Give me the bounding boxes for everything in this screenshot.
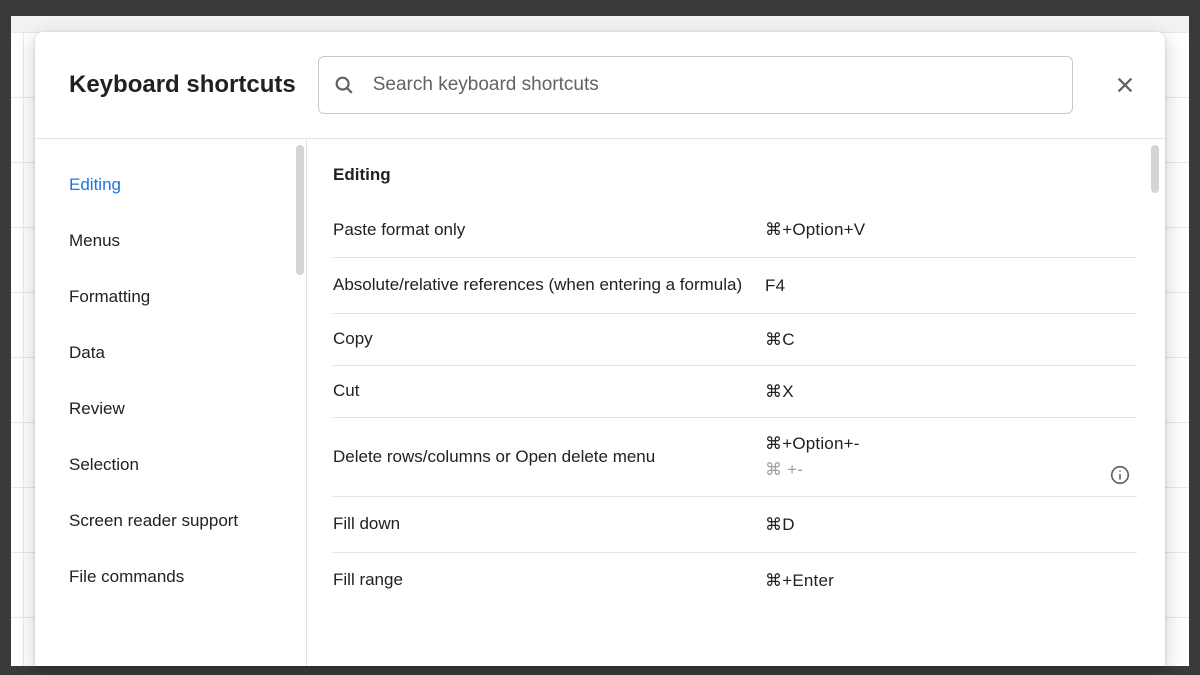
shortcut-row: Delete rows/columns or Open delete menu … [333, 418, 1137, 497]
sidebar-item-review[interactable]: Review [35, 381, 306, 437]
sidebar-item-file-commands[interactable]: File commands [35, 549, 306, 605]
sidebar-item-screen-reader-support[interactable]: Screen reader support [35, 493, 306, 549]
shortcut-keys: ⌘+Option+V [765, 220, 1137, 240]
sidebar-item-formatting[interactable]: Formatting [35, 269, 306, 325]
sidebar-item-menus[interactable]: Menus [35, 213, 306, 269]
shortcut-keys-alt: ⌘ +- [765, 460, 860, 480]
shortcuts-content: Editing Paste format only ⌘+Option+V Abs… [307, 139, 1165, 666]
search-input[interactable] [373, 74, 1058, 96]
sidebar-item-label: Review [69, 399, 125, 418]
sidebar-scrollbar[interactable] [296, 145, 304, 275]
shortcut-keys: ⌘D [765, 515, 1137, 535]
shortcut-keys: ⌘C [765, 330, 1137, 350]
sidebar-item-label: Data [69, 343, 105, 362]
sidebar-item-label: Selection [69, 455, 139, 474]
content-scrollbar[interactable] [1151, 145, 1159, 193]
shortcut-row: Fill range ⌘+Enter [333, 553, 1137, 608]
section-title: Editing [333, 165, 1137, 185]
dialog-header: Keyboard shortcuts [35, 32, 1165, 139]
sidebar-item-label: Editing [69, 175, 121, 194]
shortcut-row: Paste format only ⌘+Option+V [333, 203, 1137, 259]
shortcut-row: Absolute/relative references (when enter… [333, 258, 1137, 314]
sidebar-item-editing[interactable]: Editing [35, 157, 306, 213]
sidebar-item-data[interactable]: Data [35, 325, 306, 381]
shortcut-action: Cut [333, 380, 765, 403]
close-icon [1114, 74, 1136, 96]
sidebar-item-selection[interactable]: Selection [35, 437, 306, 493]
sidebar-item-label: Menus [69, 231, 120, 250]
shortcut-action: Copy [333, 328, 765, 351]
keyboard-shortcuts-dialog: Keyboard shortcuts Editing Menus [35, 32, 1165, 666]
search-icon [333, 74, 355, 96]
category-sidebar: Editing Menus Formatting Data Review Sel… [35, 139, 307, 666]
sidebar-item-label: Formatting [69, 287, 150, 306]
shortcut-keys: F4 [765, 276, 1137, 296]
shortcut-row: Fill down ⌘D [333, 497, 1137, 553]
shortcut-keys: ⌘+Enter [765, 571, 1137, 591]
dialog-title: Keyboard shortcuts [69, 71, 296, 99]
shortcut-row: Copy ⌘C [333, 314, 1137, 366]
shortcut-keys: ⌘X [765, 382, 1137, 402]
search-field-wrap[interactable] [318, 56, 1073, 114]
sidebar-item-label: File commands [69, 567, 184, 586]
shortcut-action: Fill down [333, 513, 765, 536]
shortcut-action: Paste format only [333, 219, 765, 242]
shortcut-keys: ⌘+Option+- [765, 434, 860, 454]
shortcut-action: Absolute/relative references (when enter… [333, 274, 765, 297]
sidebar-item-label: Screen reader support [69, 511, 238, 530]
shortcut-row: Cut ⌘X [333, 366, 1137, 418]
close-button[interactable] [1105, 65, 1145, 105]
info-icon[interactable] [1109, 464, 1131, 486]
shortcut-action: Fill range [333, 569, 765, 592]
shortcut-action: Delete rows/columns or Open delete menu [333, 446, 765, 469]
